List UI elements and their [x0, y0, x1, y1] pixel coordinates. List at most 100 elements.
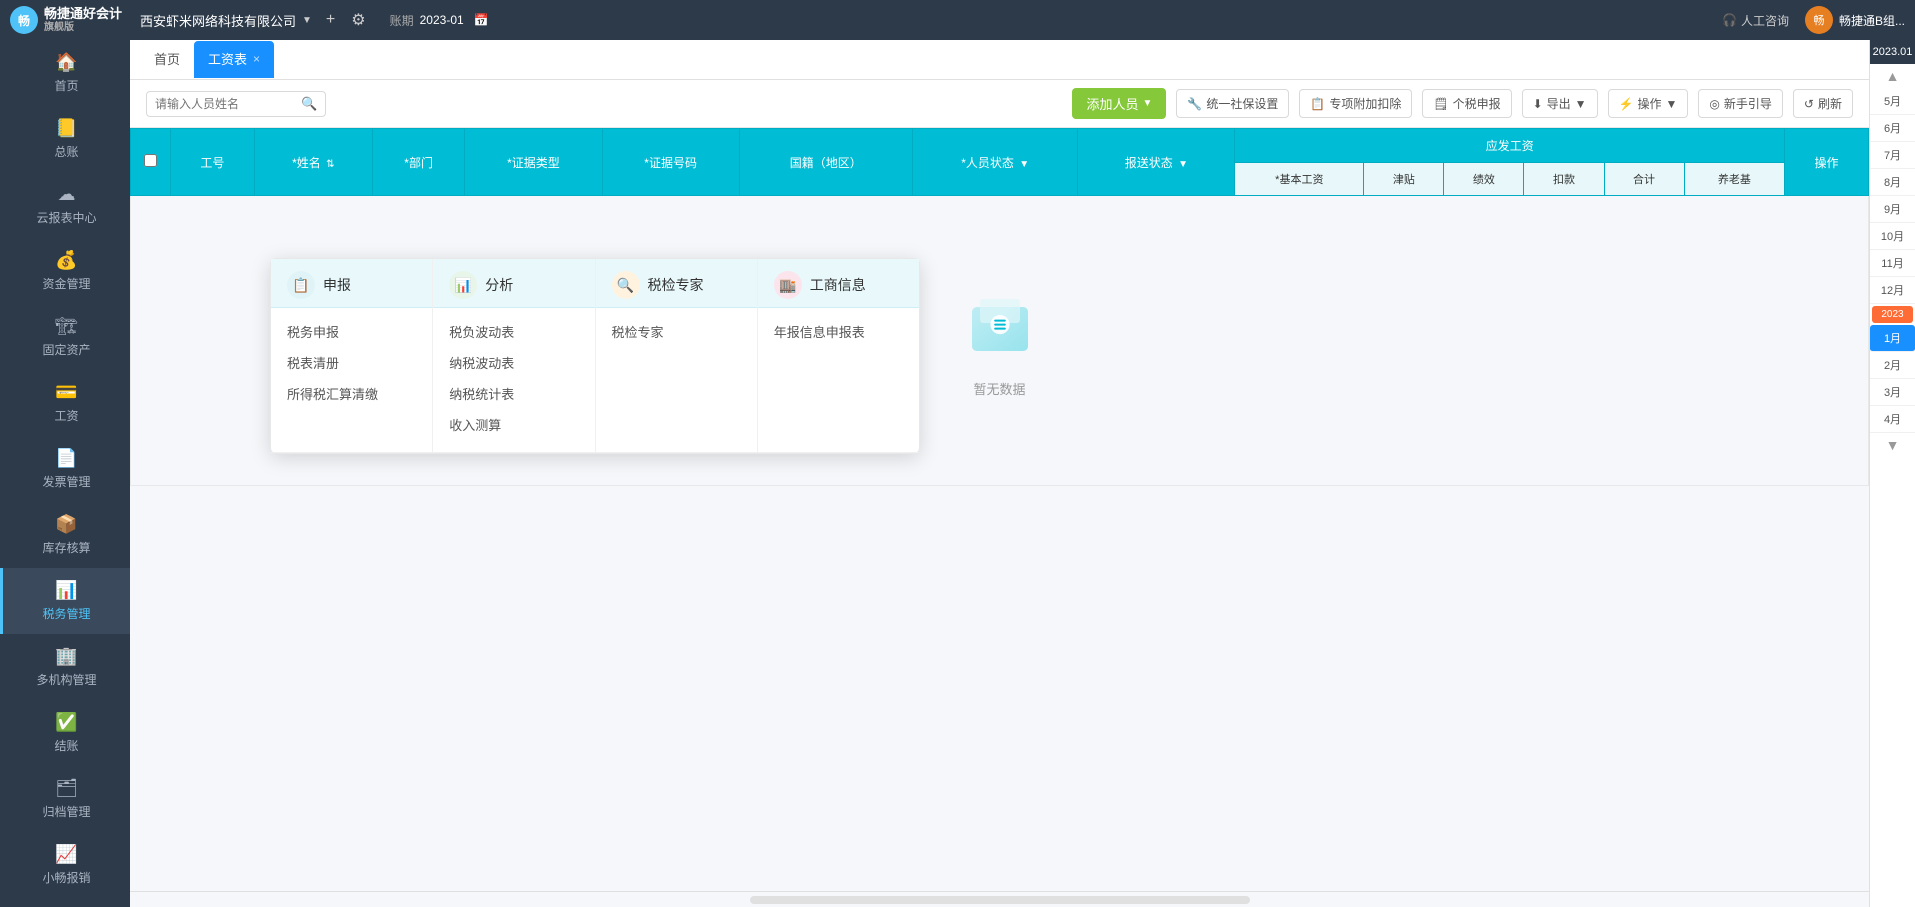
sidebar-item-invoice[interactable]: 📄 发票管理	[0, 436, 130, 502]
export-arrow: ▼	[1575, 97, 1587, 111]
th-base-salary: *基本工资	[1235, 163, 1364, 196]
search-icon[interactable]: 🔍	[301, 96, 317, 112]
sort-icon[interactable]: ⇅	[326, 159, 334, 170]
right-panel-month-5[interactable]: 5月	[1870, 88, 1915, 115]
sidebar-label-inventory: 库存核算	[42, 539, 90, 556]
th-domicile: 国籍（地区）	[739, 129, 912, 196]
dropdown-item-tax-report[interactable]: 税务申报	[287, 316, 416, 347]
th-checkbox[interactable]	[131, 129, 171, 196]
sidebar-item-basic[interactable]: ⚙ 基础设置	[0, 898, 130, 907]
sidebar-item-assets[interactable]: 🏗 固定资产	[0, 304, 130, 370]
sidebar-item-cloud[interactable]: ☁ 云报表中心	[0, 172, 130, 238]
sidebar-item-fund[interactable]: 💰 资金管理	[0, 238, 130, 304]
th-status: *人员状态 ▼	[912, 129, 1078, 196]
sidebar-item-salary[interactable]: 💳 工资	[0, 370, 130, 436]
dropdown-item-income-tax[interactable]: 所得税汇算清缴	[287, 378, 416, 409]
settings-button[interactable]: ⚙	[347, 6, 369, 34]
dropdown-item-tax-payment[interactable]: 纳税波动表	[449, 347, 578, 378]
right-panel-month-4[interactable]: 4月	[1870, 406, 1915, 433]
sidebar-label-cloud: 云报表中心	[36, 209, 96, 226]
empty-icon	[960, 283, 1040, 363]
right-panel-month-2[interactable]: 2月	[1870, 352, 1915, 379]
report-icon: 📈	[55, 844, 77, 865]
dropdown-item-income-calc[interactable]: 收入测算	[449, 409, 578, 440]
right-panel-month-1[interactable]: 1月	[1870, 325, 1915, 352]
th-pension: 养老基	[1684, 163, 1785, 196]
special-deduction-button[interactable]: 📋 专项附加扣除	[1299, 89, 1412, 118]
sidebar-item-archive[interactable]: 🗂 归档管理	[0, 766, 130, 832]
right-panel-month-8[interactable]: 8月	[1870, 169, 1915, 196]
operations-label: 操作	[1638, 95, 1662, 112]
dropdown-item-tax-stats[interactable]: 纳税统计表	[449, 378, 578, 409]
table-container: 工号 *姓名 ⇅ *部门 *证据类型 *证据号码 国籍（地区） *人员状态 ▼ …	[130, 128, 1869, 891]
tab-bar: 首页 工资表 ×	[130, 40, 1869, 80]
company-selector[interactable]: 西安虾米网络科技有限公司 ▼	[140, 11, 312, 30]
right-panel-month-11[interactable]: 11月	[1870, 250, 1915, 277]
support-label[interactable]: 🎧 人工咨询	[1722, 12, 1789, 29]
right-panel-month-6[interactable]: 6月	[1870, 115, 1915, 142]
report-filter-icon[interactable]: ▼	[1178, 159, 1188, 170]
sidebar-item-home[interactable]: 🏠 首页	[0, 40, 130, 106]
social-insurance-button[interactable]: 🔧 统一社保设置	[1176, 89, 1289, 118]
dropdown-section-taxcheck: 🔍 税检专家 税检专家	[596, 259, 757, 452]
refresh-button[interactable]: ↺ 刷新	[1793, 89, 1853, 118]
sidebar-item-tax[interactable]: 📊 税务管理	[0, 568, 130, 634]
salary-icon: 💳	[55, 382, 77, 403]
sidebar-label-multi: 多机构管理	[36, 671, 96, 688]
business-section-icon: 🏬	[774, 271, 802, 299]
user-name: 畅捷通B组...	[1839, 12, 1905, 29]
sidebar-item-report[interactable]: 📈 小畅报销	[0, 832, 130, 898]
sidebar: 🏠 首页 📒 总账 ☁ 云报表中心 💰 资金管理 🏗 固定资产 💳 工资 📄 发…	[0, 40, 130, 907]
scroll-bottom	[130, 891, 1869, 907]
sidebar-item-multi[interactable]: 🏢 多机构管理	[0, 634, 130, 700]
right-panel-month-10[interactable]: 10月	[1870, 223, 1915, 250]
tab-salary[interactable]: 工资表 ×	[194, 41, 274, 78]
section-label-report: 申报	[323, 275, 351, 295]
status-filter-icon[interactable]: ▼	[1019, 159, 1029, 170]
sidebar-item-inventory[interactable]: 📦 库存核算	[0, 502, 130, 568]
right-panel-month-12[interactable]: 12月	[1870, 277, 1915, 304]
export-button[interactable]: ⬇ 导出 ▼	[1522, 89, 1598, 118]
right-panel-up[interactable]: ▲	[1870, 64, 1915, 88]
sidebar-label-settle: 结账	[54, 737, 78, 754]
personal-tax-button[interactable]: 🗒 个税申报	[1422, 89, 1511, 118]
user-info: 畅 畅捷通B组...	[1805, 6, 1905, 34]
guide-button[interactable]: ◎ 新手引导	[1698, 89, 1783, 118]
special-deduction-icon: 📋	[1310, 97, 1325, 111]
sidebar-label-salary: 工资	[54, 407, 78, 424]
right-panel-year-2023: 2023	[1872, 306, 1913, 323]
tab-close-button[interactable]: ×	[253, 52, 260, 66]
add-company-button[interactable]: +	[322, 7, 339, 33]
headset-icon: 🎧	[1722, 13, 1737, 27]
dropdown-section-analysis: 📊 分析 税负波动表 纳税波动表 纳税统计表 收入测算	[433, 259, 594, 452]
dropdown-item-annual-report[interactable]: 年报信息申报表	[774, 316, 903, 347]
search-input[interactable]	[155, 97, 295, 111]
right-panel-month-7[interactable]: 7月	[1870, 142, 1915, 169]
tab-home-label: 首页	[154, 49, 180, 68]
analysis-section-icon: 📊	[449, 271, 477, 299]
right-panel-month-9[interactable]: 9月	[1870, 196, 1915, 223]
sidebar-item-settle[interactable]: ✅ 结账	[0, 700, 130, 766]
operations-button[interactable]: ⚡ 操作 ▼	[1608, 89, 1689, 118]
horizontal-scrollbar[interactable]	[750, 896, 1250, 904]
home-icon: 🏠	[55, 52, 77, 73]
right-panel-down[interactable]: ▼	[1870, 433, 1915, 457]
right-panel-month-3[interactable]: 3月	[1870, 379, 1915, 406]
refresh-label: 刷新	[1818, 95, 1842, 112]
calendar-button[interactable]: 📅	[470, 9, 493, 31]
main-layout: 🏠 首页 📒 总账 ☁ 云报表中心 💰 资金管理 🏗 固定资产 💳 工资 📄 发…	[0, 40, 1915, 907]
sidebar-label-invoice: 发票管理	[42, 473, 90, 490]
section-label-business: 工商信息	[810, 275, 866, 295]
tab-home[interactable]: 首页	[140, 41, 194, 78]
social-insurance-icon: 🔧	[1187, 97, 1202, 111]
dropdown-item-tax-burden[interactable]: 税负波动表	[449, 316, 578, 347]
section-items-taxcheck: 税检专家	[596, 308, 757, 359]
period-info: 账期 2023-01 📅	[390, 9, 493, 31]
sidebar-item-ledger[interactable]: 📒 总账	[0, 106, 130, 172]
select-all-checkbox[interactable]	[144, 154, 157, 167]
dropdown-item-tax-table[interactable]: 税表清册	[287, 347, 416, 378]
sidebar-label-assets: 固定资产	[42, 341, 90, 358]
tab-salary-label: 工资表	[208, 49, 247, 68]
dropdown-item-taxcheck[interactable]: 税检专家	[612, 316, 741, 347]
add-person-button[interactable]: 添加人员 ▼	[1072, 88, 1166, 119]
